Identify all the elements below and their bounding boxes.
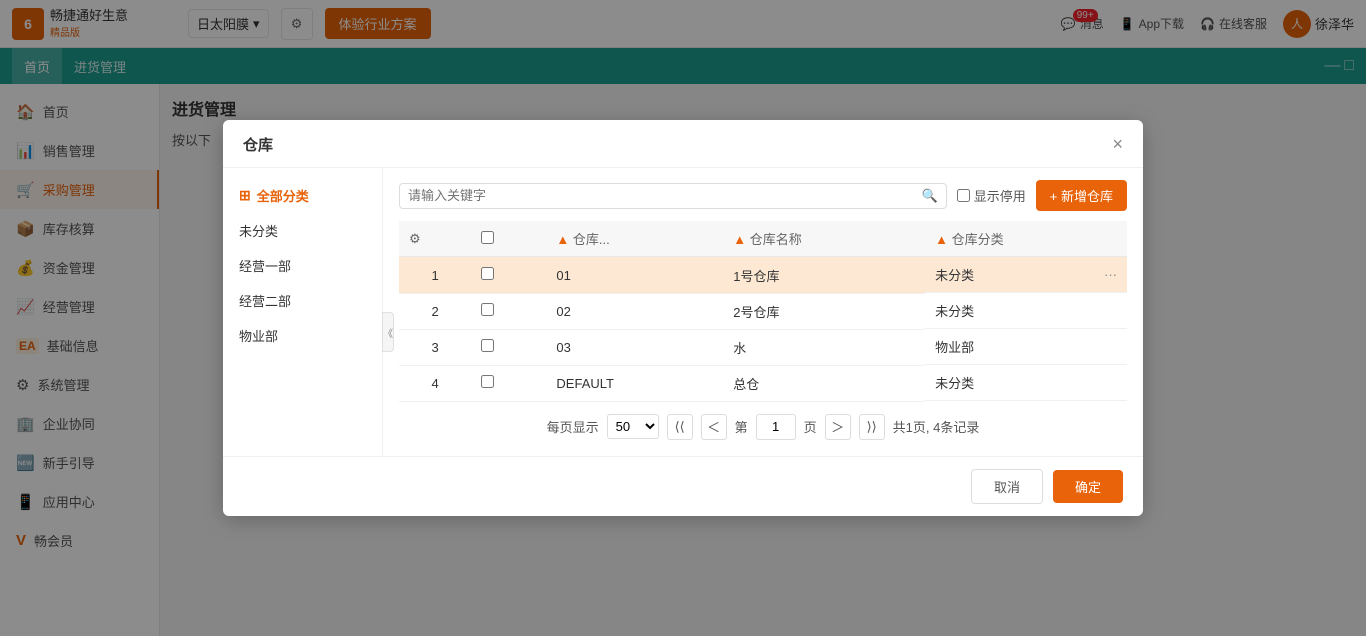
category-collapse-button[interactable]: 《 xyxy=(382,312,394,352)
next-page-button[interactable]: ＞ xyxy=(825,414,851,440)
row-checkbox[interactable] xyxy=(481,303,494,316)
row-checkbox[interactable] xyxy=(481,375,494,388)
cat-item-dept1[interactable]: 经营一部 xyxy=(223,248,382,283)
category-sidebar: ⊞ 全部分类 未分类 经营一部 经营二部 物业部 《 xyxy=(223,168,383,456)
cat-label-3: 物业部 xyxy=(239,326,278,345)
page-label: 页 xyxy=(804,417,817,436)
table-row[interactable]: 4 DEFAULT 总仓 未分类 xyxy=(399,365,1127,401)
th-checkbox xyxy=(471,221,546,257)
table-row[interactable]: 2 02 2号仓库 未分类 xyxy=(399,293,1127,329)
row-name: 1号仓库 xyxy=(723,257,925,294)
confirm-button[interactable]: 确定 xyxy=(1053,470,1123,503)
settings-icon: ⚙ xyxy=(409,231,421,246)
row-checkbox-cell xyxy=(471,257,546,294)
row-num: 2 xyxy=(399,293,471,329)
sort-icon: ▲ xyxy=(556,232,569,247)
row-code: 01 xyxy=(546,257,723,294)
total-info: 共1页, 4条记录 xyxy=(893,417,980,436)
row-category: 未分类 xyxy=(925,365,1127,401)
th-category[interactable]: ▲ 仓库分类 xyxy=(925,221,1127,257)
row-name: 2号仓库 xyxy=(723,293,925,329)
modal-header: 仓库 × xyxy=(223,120,1143,168)
warehouse-table-container: ⚙ ▲ 仓库... ▲ xyxy=(399,221,1127,402)
warehouse-modal: 仓库 × ⊞ 全部分类 未分类 经营一部 经营二部 xyxy=(223,120,1143,516)
cat-item-property[interactable]: 物业部 xyxy=(223,318,382,353)
row-checkbox-cell xyxy=(471,293,546,329)
select-all-checkbox[interactable] xyxy=(481,231,494,244)
table-header-row: ⚙ ▲ 仓库... ▲ xyxy=(399,221,1127,257)
cat-label-2: 经营二部 xyxy=(239,291,291,310)
show-disabled-checkbox[interactable] xyxy=(957,189,970,202)
cat-all-label: 全部分类 xyxy=(257,186,309,205)
modal-body: ⊞ 全部分类 未分类 经营一部 经营二部 物业部 《 xyxy=(223,168,1143,456)
row-category: 物业部 xyxy=(925,329,1127,365)
prev-page-button[interactable]: ＜ xyxy=(701,414,727,440)
search-icon: 🔍 xyxy=(922,188,938,204)
row-code: 03 xyxy=(546,329,723,365)
modal-overlay: 仓库 × ⊞ 全部分类 未分类 经营一部 经营二部 xyxy=(0,0,1366,636)
table-row[interactable]: 3 03 水 物业部 xyxy=(399,329,1127,365)
show-disabled-label[interactable]: 显示停用 xyxy=(957,186,1026,205)
sort-icon-cat: ▲ xyxy=(935,232,948,247)
search-input[interactable] xyxy=(408,188,922,203)
cat-label-1: 经营一部 xyxy=(239,256,291,275)
row-actions[interactable]: ··· xyxy=(1104,267,1117,282)
per-page-label: 每页显示 xyxy=(547,417,599,436)
row-checkbox-cell xyxy=(471,329,546,365)
modal-close-button[interactable]: × xyxy=(1112,134,1123,155)
cancel-button[interactable]: 取消 xyxy=(971,469,1043,504)
last-page-button[interactable]: ⟩⟩ xyxy=(859,414,885,440)
th-settings: ⚙ xyxy=(399,221,471,257)
row-checkbox[interactable] xyxy=(481,267,494,280)
th-code[interactable]: ▲ 仓库... xyxy=(546,221,723,257)
row-num: 1 xyxy=(399,257,471,294)
row-num: 3 xyxy=(399,329,471,365)
modal-footer: 取消 确定 xyxy=(223,456,1143,516)
grid-icon: ⊞ xyxy=(239,187,251,204)
per-page-select[interactable]: 50 100 xyxy=(607,414,659,439)
cat-label-0: 未分类 xyxy=(239,221,278,240)
row-code: DEFAULT xyxy=(546,365,723,401)
row-name: 总仓 xyxy=(723,365,925,401)
row-category: 未分类 xyxy=(925,293,1127,329)
page-number-input[interactable] xyxy=(756,414,796,440)
cat-item-uncategorized[interactable]: 未分类 xyxy=(223,213,382,248)
row-num: 4 xyxy=(399,365,471,401)
modal-main-content: 🔍 显示停用 + 新增仓库 ⚙ xyxy=(383,168,1143,456)
row-code: 02 xyxy=(546,293,723,329)
modal-toolbar: 🔍 显示停用 + 新增仓库 xyxy=(399,180,1127,211)
table-row[interactable]: 1 01 1号仓库 未分类··· xyxy=(399,257,1127,294)
modal-title: 仓库 xyxy=(243,134,273,155)
sort-icon-name: ▲ xyxy=(733,232,746,247)
page-indicator-label: 第 xyxy=(735,417,748,436)
search-box: 🔍 xyxy=(399,183,947,209)
row-checkbox[interactable] xyxy=(481,339,494,352)
cat-item-dept2[interactable]: 经营二部 xyxy=(223,283,382,318)
add-warehouse-button[interactable]: + 新增仓库 xyxy=(1036,180,1127,211)
warehouse-table: ⚙ ▲ 仓库... ▲ xyxy=(399,221,1127,402)
first-page-button[interactable]: ⟨⟨ xyxy=(667,414,693,440)
th-name[interactable]: ▲ 仓库名称 xyxy=(723,221,925,257)
cat-item-all[interactable]: ⊞ 全部分类 xyxy=(223,178,382,213)
row-name: 水 xyxy=(723,329,925,365)
row-category: 未分类··· xyxy=(925,257,1127,293)
pagination: 每页显示 50 100 ⟨⟨ ＜ 第 页 ＞ ⟩⟩ 共1页, 4条记录 xyxy=(399,402,1127,444)
row-checkbox-cell xyxy=(471,365,546,401)
